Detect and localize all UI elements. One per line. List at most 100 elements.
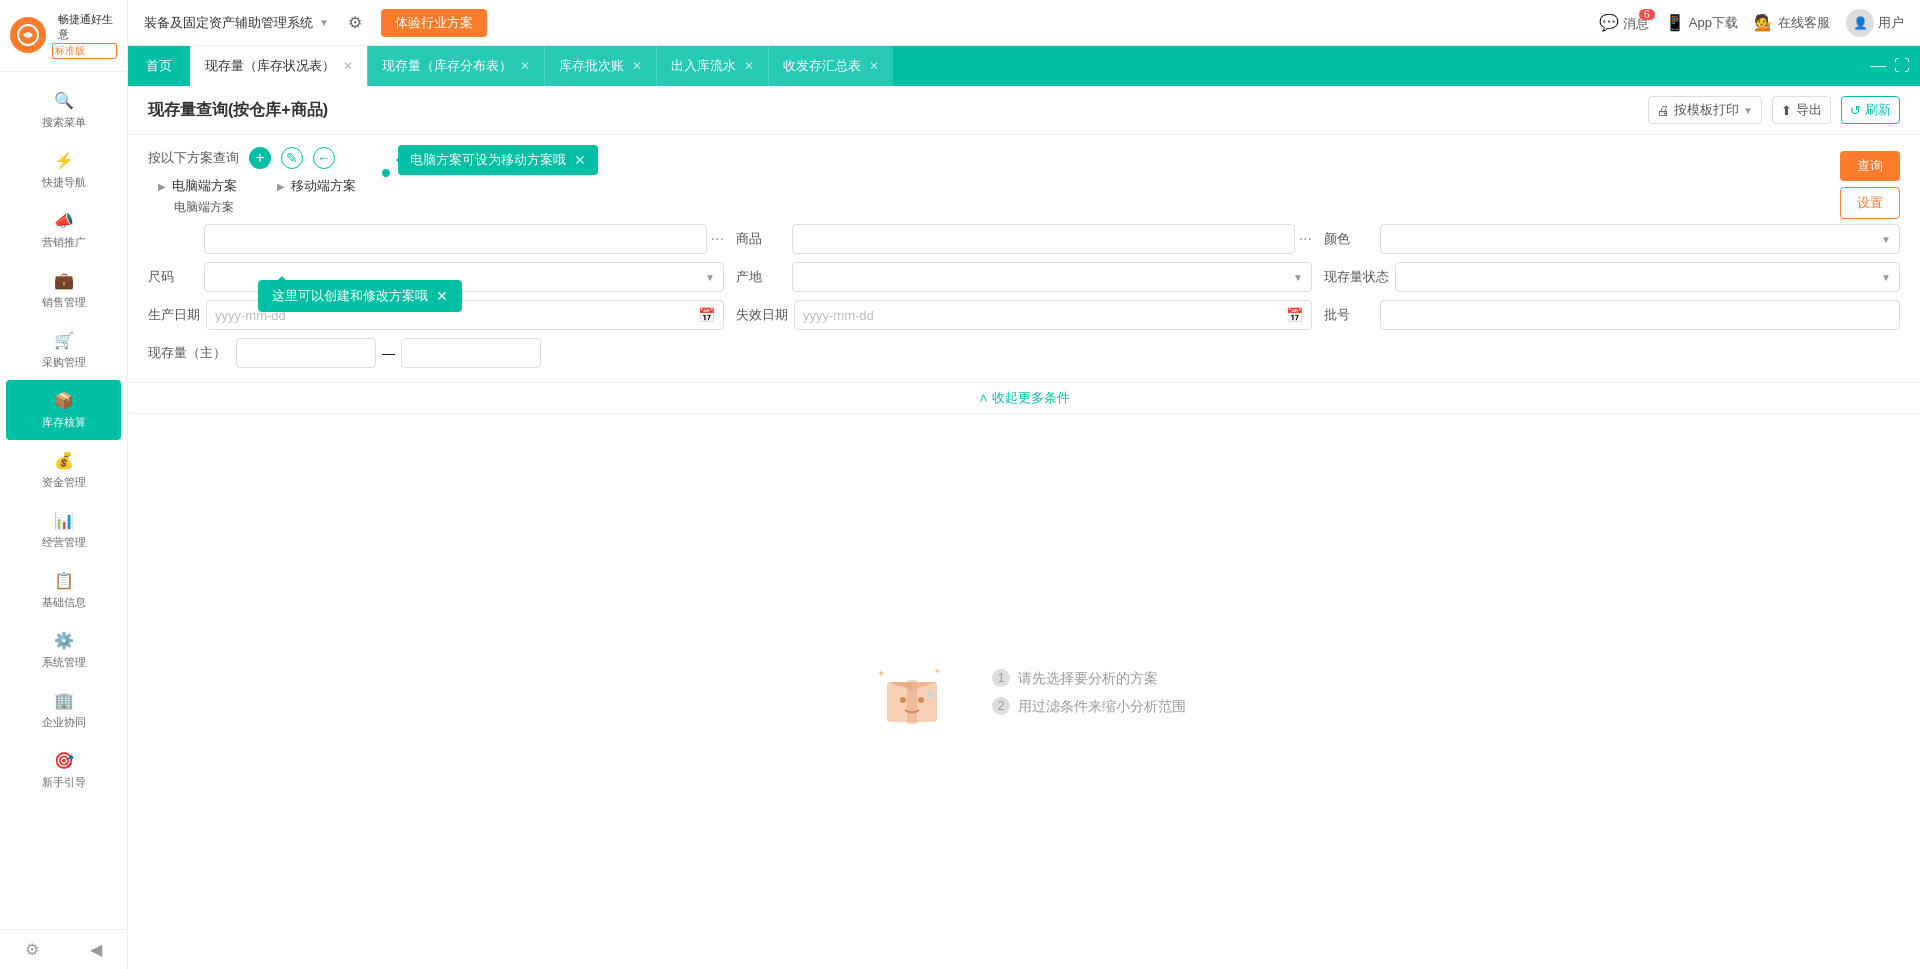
avatar: 👤 [1846, 9, 1874, 37]
collapse-bar[interactable]: ∧ 收起更多条件 [128, 383, 1920, 414]
tab-minimize-icon[interactable]: — [1870, 57, 1886, 75]
settings-button[interactable]: ⚙ [341, 9, 369, 37]
sidebar-item-finance[interactable]: 💰 资金管理 [0, 440, 127, 500]
chevron-down-icon: ▼ [1743, 105, 1753, 116]
scheme-group-icon2: ▶ [277, 181, 285, 192]
filter-add-button[interactable]: + [249, 147, 271, 169]
sidebar-item-search[interactable]: 🔍 搜索菜单 [0, 80, 127, 140]
warehouse-input[interactable] [204, 224, 707, 254]
filter-field-origin: 产地 ▼ [736, 262, 1312, 292]
tab-close-icon[interactable]: ✕ [632, 59, 642, 73]
system-name: 装备及固定资产辅助管理系统 [144, 14, 313, 32]
goods-input[interactable] [792, 224, 1295, 254]
qty-max-input[interactable] [401, 338, 541, 368]
sidebar-item-enterprise[interactable]: 🏢 企业协同 [0, 680, 127, 740]
warehouse-dots-icon[interactable]: ··· [711, 230, 724, 248]
user-button[interactable]: 👤 用户 [1846, 9, 1904, 37]
sidebar-item-marketing[interactable]: 📣 营销推广 [0, 200, 127, 260]
field-name-size: 尺码 [148, 268, 198, 286]
tooltip-arrow-icon [276, 270, 288, 282]
tab-batch[interactable]: 库存批次账 ✕ [544, 46, 656, 86]
field-name-color: 颜色 [1324, 230, 1374, 248]
tab-close-icon[interactable]: ✕ [869, 59, 879, 73]
content-area: ✦ ✦ 1 请先选择要分析的方案 2 用过滤条件来缩小分析范围 [128, 414, 1920, 969]
app-download-button[interactable]: 📱 App下载 [1665, 13, 1738, 32]
tab-inventory-dist[interactable]: 现存量（库存分布表） ✕ [367, 46, 544, 86]
tab-controls: — ⛶ [1860, 57, 1920, 75]
range-separator: — [382, 346, 395, 361]
tooltip-close-1[interactable]: ✕ [574, 152, 586, 168]
tip-2-text: 用过滤条件来缩小分析范围 [1018, 692, 1186, 720]
empty-tip-1: 1 请先选择要分析的方案 [992, 664, 1186, 692]
svg-point-4 [918, 697, 924, 703]
tab-inventory-status[interactable]: 现存量（库存状况表） ✕ [190, 46, 367, 86]
tab-close-icon[interactable]: ✕ [744, 59, 754, 73]
inventory-icon: 📦 [53, 390, 75, 412]
goods-dots-icon[interactable]: ··· [1299, 230, 1312, 248]
svg-point-5 [927, 690, 933, 698]
tooltip-close-2[interactable]: ✕ [436, 288, 448, 304]
settings-footer-btn[interactable]: ⚙ [25, 940, 39, 959]
page-title: 现存量查询(按仓库+商品) [148, 100, 328, 121]
export-button[interactable]: ⬆ 导出 [1772, 96, 1831, 124]
sidebar-footer: ⚙ ◀ [0, 929, 127, 969]
guide-icon: 🎯 [53, 750, 75, 772]
sidebar-item-inventory[interactable]: 📦 库存核算 [6, 380, 121, 440]
system-selector[interactable]: 装备及固定资产辅助管理系统 ▼ [144, 14, 329, 32]
field-name-inventory-status: 现存量状态 [1324, 268, 1389, 286]
mobile-icon: 📱 [1665, 13, 1685, 32]
marketing-icon: 📣 [53, 210, 75, 232]
query-button[interactable]: 查询 [1840, 151, 1900, 181]
tab-close-icon[interactable]: ✕ [343, 59, 353, 73]
batch-input[interactable] [1380, 300, 1900, 330]
svg-text:✦: ✦ [877, 668, 885, 679]
expire-date-input[interactable]: yyyy-mm-dd 📅 [794, 300, 1312, 330]
tab-close-icon[interactable]: ✕ [520, 59, 530, 73]
size-select-arrow: ▼ [705, 272, 715, 283]
scheme-group-pc[interactable]: ▶ 电脑端方案 [158, 177, 237, 195]
qty-min-input[interactable] [236, 338, 376, 368]
filter-edit-button[interactable]: ✎ [281, 147, 303, 169]
sidebar-logo[interactable]: 畅捷通好生意 标准版 [0, 0, 127, 72]
tab-home[interactable]: 首页 [128, 46, 190, 86]
scheme-pc-item[interactable]: 电脑端方案 [174, 199, 237, 216]
print-template-button[interactable]: 🖨 按模板打印 ▼ [1648, 96, 1762, 124]
tab-inout[interactable]: 出入库流水 ✕ [656, 46, 768, 86]
sales-icon: 💼 [53, 270, 75, 292]
logo-tag: 标准版 [52, 43, 117, 59]
online-service-button[interactable]: 💁 在线客服 [1754, 13, 1830, 32]
refresh-icon: ↺ [1850, 103, 1861, 118]
inventory-status-select[interactable]: ▼ [1395, 262, 1900, 292]
filter-field-color: 颜色 ▼ [1324, 224, 1900, 254]
industry-plan-button[interactable]: 体验行业方案 [381, 9, 487, 37]
sidebar-item-system[interactable]: ⚙️ 系统管理 [0, 620, 127, 680]
filter-back-button[interactable]: ← [313, 147, 335, 169]
filter-row-1: ··· 商品 ··· 颜色 ▼ [148, 224, 1900, 254]
sidebar-item-quick[interactable]: ⚡ 快捷导航 [0, 140, 127, 200]
tab-summary[interactable]: 收发存汇总表 ✕ [768, 46, 893, 86]
empty-tip-2: 2 用过滤条件来缩小分析范围 [992, 692, 1186, 720]
reset-button[interactable]: 设置 [1840, 187, 1900, 219]
collapse-sidebar-btn[interactable]: ◀ [90, 940, 102, 959]
search-icon: 🔍 [53, 90, 75, 112]
color-select[interactable]: ▼ [1380, 224, 1900, 254]
message-button[interactable]: 💬 消息 6 [1599, 13, 1649, 33]
sidebar-item-basic[interactable]: 📋 基础信息 [0, 560, 127, 620]
sidebar: 畅捷通好生意 标准版 🔍 搜索菜单 ⚡ 快捷导航 📣 营销推广 💼 销售管理 🛒… [0, 0, 128, 969]
refresh-button[interactable]: ↺ 刷新 [1841, 96, 1900, 124]
page-header: 现存量查询(按仓库+商品) 🖨 按模板打印 ▼ ⬆ 导出 ↺ 刷新 [128, 86, 1920, 135]
field-name-expire-date: 失效日期 [736, 306, 788, 324]
sidebar-item-purchase[interactable]: 🛒 采购管理 [0, 320, 127, 380]
message-icon: 💬 [1599, 14, 1619, 31]
top-header-right: 💬 消息 6 📱 App下载 💁 在线客服 👤 用户 [1599, 9, 1904, 37]
filter-area: 按以下方案查询 + ✎ ← 电脑方案可设为移动方案哦 ✕ ▶ 电脑端方案 [128, 135, 1920, 383]
sidebar-item-operations[interactable]: 📊 经营管理 [0, 500, 127, 560]
origin-select[interactable]: ▼ [792, 262, 1312, 292]
svg-rect-2 [907, 680, 917, 724]
tab-bar: 首页 现存量（库存状况表） ✕ 现存量（库存分布表） ✕ 库存批次账 ✕ 出入库… [128, 46, 1920, 86]
sidebar-item-guide[interactable]: 🎯 新手引导 [0, 740, 127, 800]
empty-wrapper: ✦ ✦ 1 请先选择要分析的方案 2 用过滤条件来缩小分析范围 [862, 642, 1186, 742]
scheme-group-mobile[interactable]: ▶ 移动端方案 [277, 177, 356, 195]
sidebar-item-sales[interactable]: 💼 销售管理 [0, 260, 127, 320]
tab-maximize-icon[interactable]: ⛶ [1894, 57, 1910, 75]
